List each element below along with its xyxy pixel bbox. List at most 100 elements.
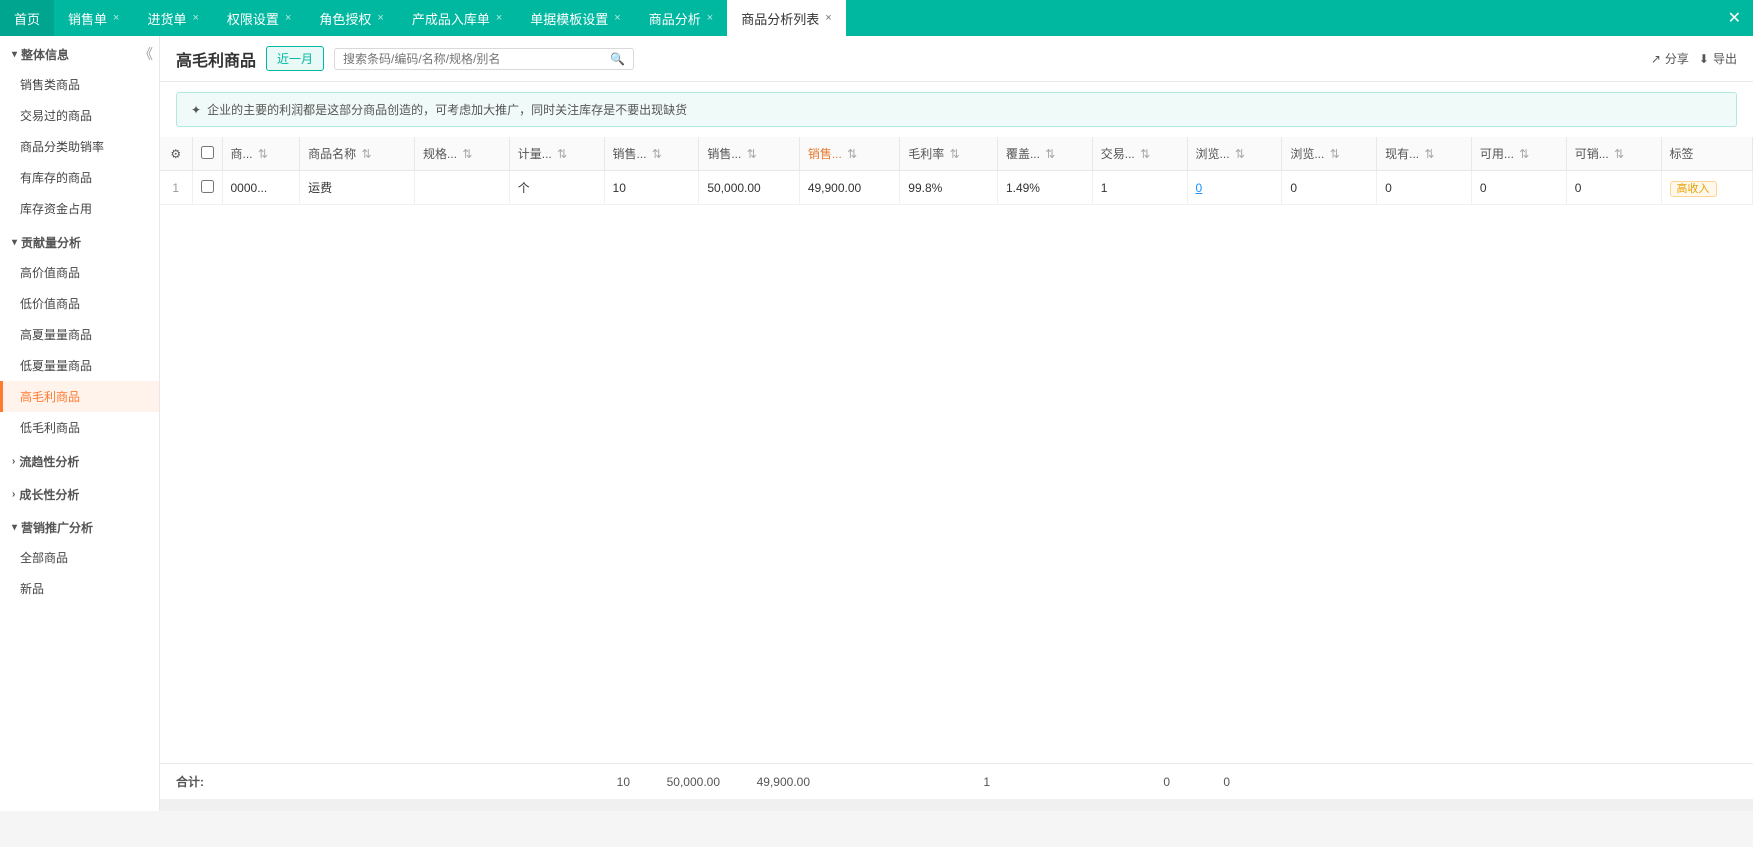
page-title: 高毛利商品 [176, 47, 256, 71]
select-all-checkbox[interactable] [201, 146, 214, 159]
sidebar-group-marketing[interactable]: ▾ 营销推广分析 [0, 509, 159, 542]
cell-row-num: 1 [160, 171, 192, 205]
nav-purchase-order-close[interactable]: × [192, 12, 198, 24]
col-sales-amount[interactable]: 销售... ⇅ [699, 137, 799, 171]
col-spec[interactable]: 规格... ⇅ [414, 137, 509, 171]
cell-views1[interactable]: 0 [1187, 171, 1282, 205]
cell-code: 0000... [222, 171, 300, 205]
export-btn[interactable]: ⬇ 导出 [1699, 50, 1737, 67]
nav-finished-goods-label: 产成品入库单 [412, 9, 490, 28]
nav-template-settings-close[interactable]: × [614, 12, 620, 24]
share-btn[interactable]: ↗ 分享 [1651, 50, 1689, 67]
col-settings[interactable]: ⚙ [160, 137, 192, 171]
cell-sales-profit: 49,900.00 [799, 171, 899, 205]
search-wrap: 🔍 [334, 48, 634, 70]
col-current-stock[interactable]: 现有... ⇅ [1377, 137, 1472, 171]
nav-product-analysis-list-close[interactable]: × [825, 12, 831, 24]
sidebar-item-high-value[interactable]: 高价值商品 [0, 257, 159, 288]
header-actions: ↗ 分享 ⬇ 导出 [1651, 50, 1737, 67]
search-icon[interactable]: 🔍 [610, 52, 625, 66]
sidebar-item-high-freq[interactable]: 高夏量量商品 [0, 319, 159, 350]
col-code[interactable]: 商... ⇅ [222, 137, 300, 171]
sidebar-item-low-freq[interactable]: 低夏量量商品 [0, 350, 159, 381]
col-sales-profit[interactable]: 销售... ⇅ [799, 137, 899, 171]
nav-sales-order[interactable]: 销售单 × [54, 0, 133, 36]
info-icon: ✦ [191, 103, 201, 117]
sidebar-group-contribution-arrow: ▾ [12, 237, 17, 248]
sidebar-item-all-goods[interactable]: 全部商品 [0, 542, 159, 573]
cell-coverage: 1.49% [997, 171, 1092, 205]
share-icon: ↗ [1651, 52, 1661, 66]
nav-product-analysis-list-label: 商品分析列表 [741, 9, 819, 28]
nav-product-analysis[interactable]: 商品分析 × [635, 0, 727, 36]
sidebar-group-trend-label: 流趋性分析 [19, 453, 79, 470]
nav-role-auth-label: 角色授权 [319, 9, 371, 28]
nav-finished-goods-close[interactable]: × [496, 12, 502, 24]
sidebar-item-high-margin[interactable]: 高毛利商品 [0, 381, 159, 412]
cell-spec [414, 171, 509, 205]
sidebar-group-contribution-label: 贡献量分析 [21, 234, 81, 251]
footer-available: 0 [1186, 775, 1246, 789]
sidebar-group-overall[interactable]: ▾ 整体信息 [0, 36, 159, 69]
col-tag[interactable]: 标签 [1661, 137, 1752, 171]
col-sales-qty[interactable]: 销售... ⇅ [604, 137, 699, 171]
sidebar-item-sales-goods[interactable]: 销售类商品 [0, 69, 159, 100]
col-gross-margin[interactable]: 毛利率 ⇅ [900, 137, 998, 171]
sidebar-item-low-margin[interactable]: 低毛利商品 [0, 412, 159, 443]
nav-finished-goods[interactable]: 产成品入库单 × [398, 0, 516, 36]
nav-purchase-order-label: 进货单 [147, 9, 186, 28]
nav-permission-settings[interactable]: 权限设置 × [213, 0, 305, 36]
col-coverage[interactable]: 覆盖... ⇅ [997, 137, 1092, 171]
footer-sales-qty: 10 [586, 775, 646, 789]
search-input[interactable] [343, 52, 610, 66]
sidebar-collapse-btn[interactable]: 《 [139, 44, 153, 64]
col-unit[interactable]: 计量... ⇅ [509, 137, 604, 171]
col-available[interactable]: 可用... ⇅ [1471, 137, 1566, 171]
sidebar-group-marketing-label: 营销推广分析 [21, 519, 93, 536]
sidebar-item-category-rate[interactable]: 商品分类助销率 [0, 131, 159, 162]
table-header-row: ⚙ 商... ⇅ 商品名称 ⇅ [160, 137, 1753, 171]
cell-sales-amount: 50,000.00 [699, 171, 799, 205]
col-name[interactable]: 商品名称 ⇅ [300, 137, 415, 171]
col-views1[interactable]: 浏览... ⇅ [1187, 137, 1282, 171]
sidebar-item-new-goods[interactable]: 新品 [0, 573, 159, 604]
col-saleable[interactable]: 可销... ⇅ [1566, 137, 1661, 171]
bottom-scrollbar[interactable] [160, 799, 1753, 811]
nav-role-auth-close[interactable]: × [377, 12, 383, 24]
nav-home[interactable]: 首页 [0, 0, 54, 36]
sidebar-item-low-value[interactable]: 低价值商品 [0, 288, 159, 319]
sidebar-item-stock-capital[interactable]: 库存资金占用 [0, 193, 159, 224]
sidebar-group-growth[interactable]: › 成长性分析 [0, 476, 159, 509]
table-wrap: ⚙ 商... ⇅ 商品名称 ⇅ [160, 137, 1753, 763]
nav-role-auth[interactable]: 角色授权 × [305, 0, 397, 36]
sidebar-item-traded-goods[interactable]: 交易过的商品 [0, 100, 159, 131]
footer-sales-amount: 50,000.00 [646, 775, 736, 789]
filter-recent-month-btn[interactable]: 近一月 [266, 46, 324, 71]
close-all-tabs[interactable]: ✕ [1716, 8, 1753, 28]
col-views2[interactable]: 浏览... ⇅ [1282, 137, 1377, 171]
content-area: 高毛利商品 近一月 🔍 ↗ 分享 ⬇ 导出 ✦ 企业的主要的利润都是这部分商品创… [160, 36, 1753, 811]
nav-product-analysis-close[interactable]: × [707, 12, 713, 24]
nav-permission-settings-close[interactable]: × [285, 12, 291, 24]
nav-permission-settings-label: 权限设置 [227, 9, 279, 28]
export-label: 导出 [1713, 50, 1737, 67]
nav-sales-order-label: 销售单 [68, 9, 107, 28]
sidebar-group-trend[interactable]: › 流趋性分析 [0, 443, 159, 476]
row-checkbox[interactable] [201, 180, 214, 193]
cell-gross-margin: 99.8% [900, 171, 998, 205]
cell-unit: 个 [509, 171, 604, 205]
nav-home-label: 首页 [14, 9, 40, 28]
nav-template-settings[interactable]: 单据模板设置 × [516, 0, 634, 36]
footer-bar: 合计: 10 50,000.00 49,900.00 1 0 0 [160, 763, 1753, 799]
col-transactions[interactable]: 交易... ⇅ [1092, 137, 1187, 171]
sidebar-group-contribution[interactable]: ▾ 贡献量分析 [0, 224, 159, 257]
cell-tag: 高收入 [1661, 171, 1752, 205]
top-navigation: 首页 销售单 × 进货单 × 权限设置 × 角色授权 × 产成品入库单 × 单据… [0, 0, 1753, 36]
nav-sales-order-close[interactable]: × [113, 12, 119, 24]
nav-template-settings-label: 单据模板设置 [530, 9, 608, 28]
nav-product-analysis-list[interactable]: 商品分析列表 × [727, 0, 845, 36]
sidebar-item-in-stock[interactable]: 有库存的商品 [0, 162, 159, 193]
footer-transactions: 1 [946, 775, 1006, 789]
share-label: 分享 [1665, 50, 1689, 67]
nav-purchase-order[interactable]: 进货单 × [133, 0, 212, 36]
